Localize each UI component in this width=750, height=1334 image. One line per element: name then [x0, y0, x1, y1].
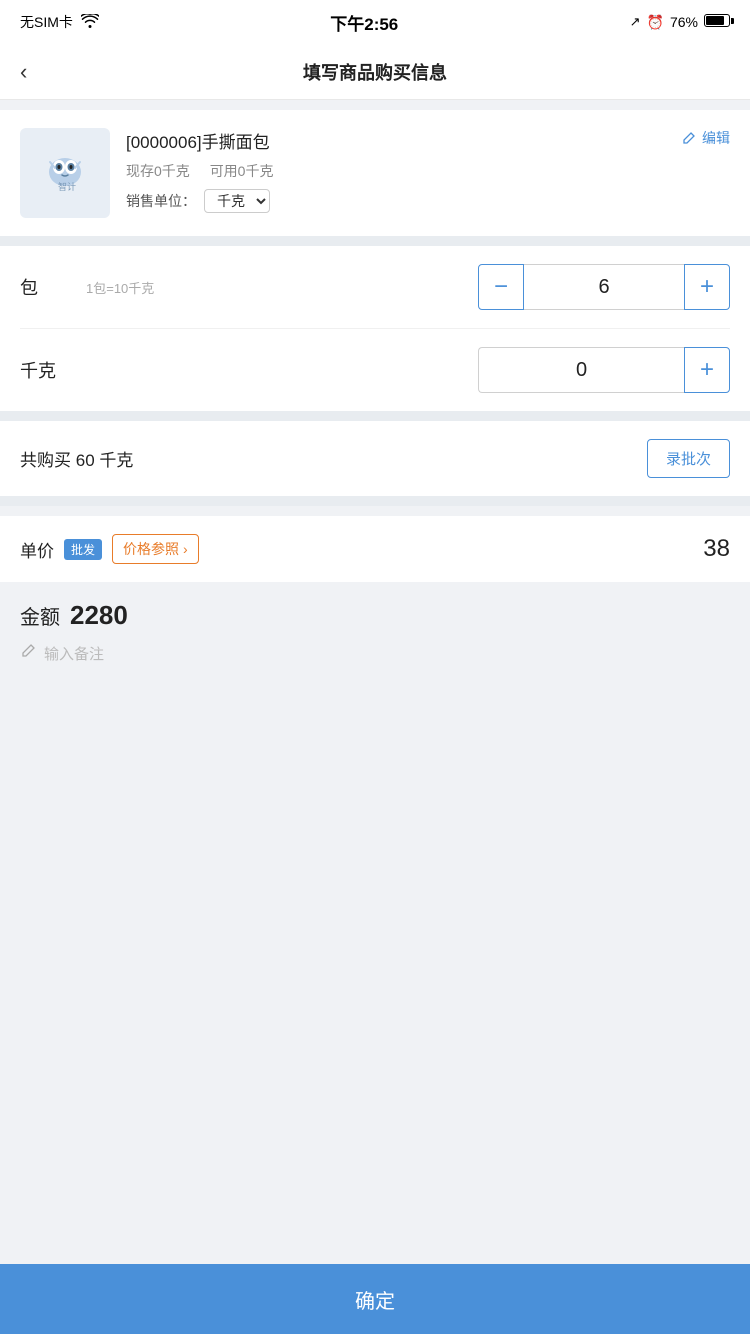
- remark-row[interactable]: 输入备注: [20, 643, 730, 664]
- section-divider-3: [0, 496, 750, 506]
- total-unit: 千克: [99, 451, 133, 470]
- kg-qty-controls: +: [478, 347, 730, 393]
- page-title: 填写商品购买信息: [303, 59, 447, 85]
- bao-qty-controls: − +: [478, 264, 730, 310]
- status-time: 下午2:56: [330, 10, 398, 35]
- price-row: 单价 批发 价格参照 › 38: [20, 534, 730, 564]
- confirm-bar[interactable]: 确定: [0, 1264, 750, 1334]
- gps-icon: ↗: [630, 14, 641, 30]
- product-name: [0000006]手撕面包: [126, 128, 730, 153]
- alarm-icon: ⏰: [647, 14, 664, 31]
- pencil-icon: [20, 643, 36, 664]
- unit-select[interactable]: 千克 包: [204, 189, 270, 213]
- empty-space: [0, 674, 750, 874]
- record-batch-button[interactable]: 录批次: [647, 439, 730, 478]
- amount-value: 2280: [70, 600, 128, 631]
- price-value: 38: [703, 535, 730, 563]
- stock-available: 可用0千克: [210, 163, 274, 179]
- battery-percent: 76%: [670, 14, 698, 30]
- wifi-icon: [81, 14, 99, 31]
- product-info: [0000006]手撕面包 现存0千克 可用0千克 销售单位： 千克 包: [126, 128, 730, 213]
- product-stock: 现存0千克 可用0千克: [126, 161, 730, 181]
- amount-section: 金额 2280 输入备注: [0, 582, 750, 674]
- product-image: 智计: [20, 128, 110, 218]
- section-divider-1: [0, 236, 750, 246]
- bao-qty-row: 包 1包=10千克 − +: [20, 246, 730, 329]
- section-divider-2: [0, 411, 750, 421]
- bao-plus-button[interactable]: +: [684, 264, 730, 310]
- product-image-icon: 智计: [40, 144, 90, 202]
- price-ref-button[interactable]: 价格参照 ›: [112, 534, 199, 564]
- svg-text:智计: 智计: [58, 181, 76, 192]
- carrier-label: 无SIM卡: [20, 12, 73, 32]
- kg-label: 千克: [20, 357, 80, 383]
- qty-section: 包 1包=10千克 − + 千克 +: [0, 246, 750, 411]
- kg-plus-button[interactable]: +: [684, 347, 730, 393]
- edit-button[interactable]: 编辑: [682, 128, 730, 148]
- bao-minus-button[interactable]: −: [478, 264, 524, 310]
- batch-tag: 批发: [64, 539, 102, 560]
- nav-bar: ‹ 填写商品购买信息: [0, 44, 750, 100]
- status-left: 无SIM卡: [20, 12, 99, 32]
- total-label: 共购买 60 千克: [20, 446, 133, 471]
- amount-label: 金额: [20, 601, 60, 630]
- bao-label: 包: [20, 274, 80, 300]
- unit-label-text: 销售单位：: [126, 191, 196, 211]
- total-section: 共购买 60 千克 录批次: [0, 421, 750, 496]
- status-bar: 无SIM卡 下午2:56 ↗ ⏰ 76%: [0, 0, 750, 44]
- back-button[interactable]: ‹: [20, 59, 27, 85]
- status-right: ↗ ⏰ 76%: [630, 14, 730, 31]
- product-card: 智计 [0000006]手撕面包 现存0千克 可用0千克 销售单位： 千克 包: [0, 110, 750, 236]
- remark-placeholder: 输入备注: [44, 643, 104, 664]
- amount-row: 金额 2280: [20, 600, 730, 631]
- bao-qty-input[interactable]: [524, 264, 684, 310]
- stock-current: 现存0千克: [126, 163, 190, 179]
- bao-hint: 1包=10千克: [86, 278, 154, 297]
- kg-qty-row: 千克 +: [20, 329, 730, 411]
- total-value: 60: [76, 451, 95, 470]
- kg-qty-input[interactable]: [478, 347, 684, 393]
- confirm-button-label: 确定: [355, 1285, 395, 1314]
- price-section: 单价 批发 价格参照 › 38: [0, 516, 750, 582]
- price-label: 单价: [20, 537, 54, 562]
- product-unit-row: 销售单位： 千克 包: [126, 189, 730, 213]
- battery-icon: [704, 14, 730, 30]
